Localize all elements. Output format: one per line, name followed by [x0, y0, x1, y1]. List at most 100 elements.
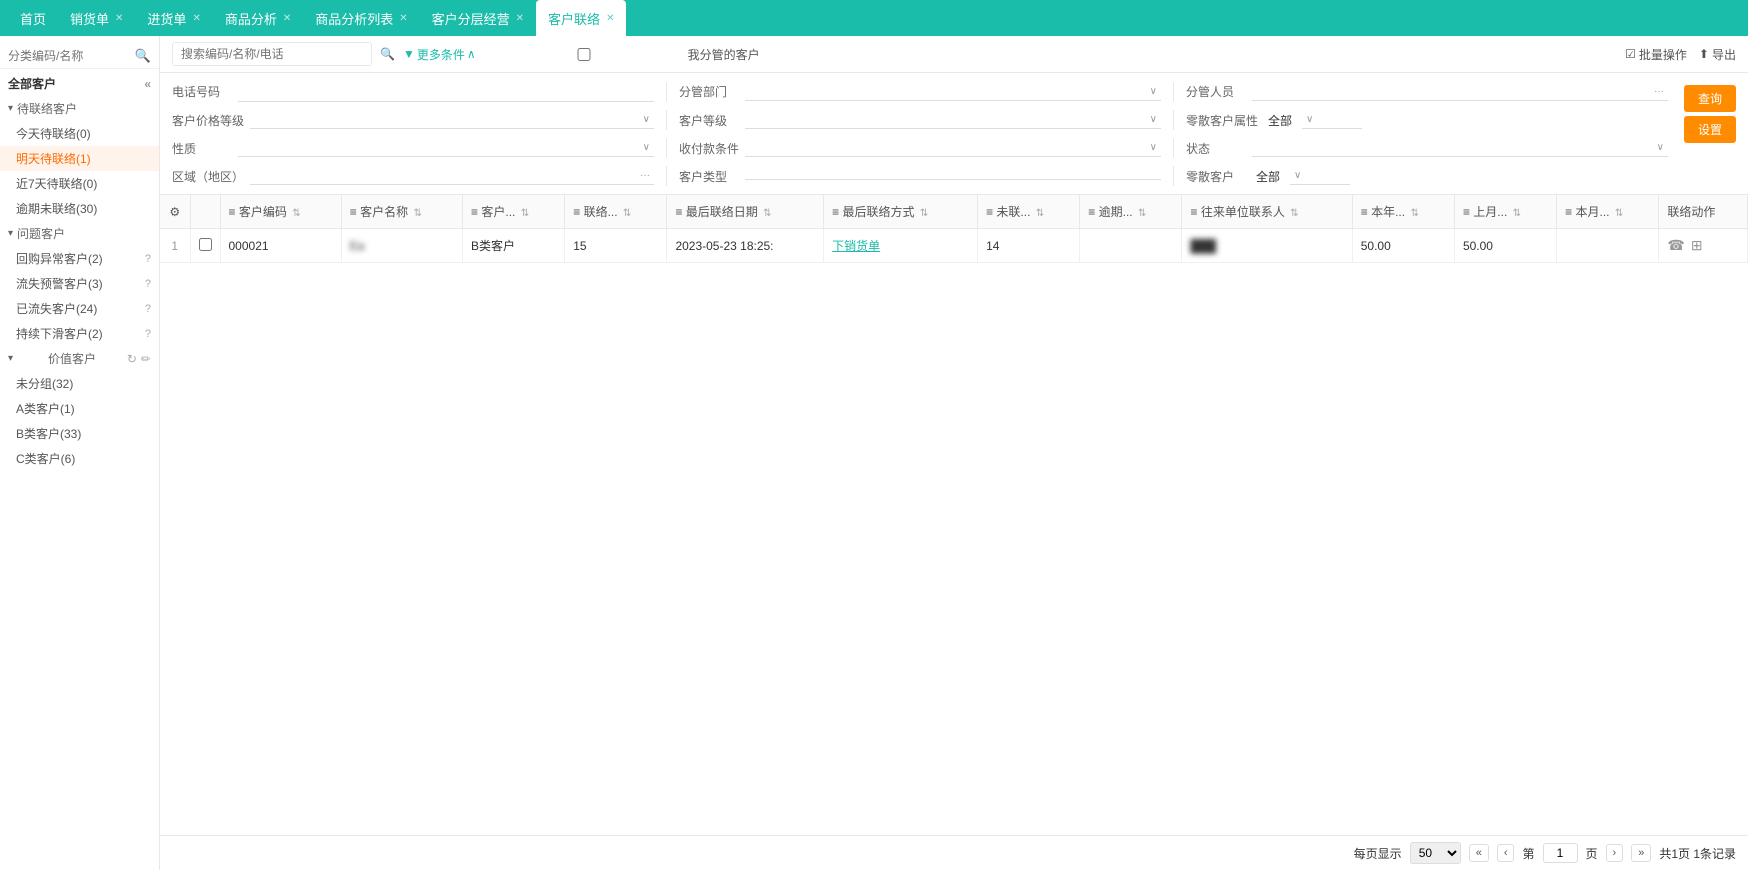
- row-checkbox-cell[interactable]: [190, 229, 220, 263]
- sidebar-search-input[interactable]: [8, 49, 135, 63]
- status-select[interactable]: ∨: [1252, 139, 1668, 157]
- help-icon-1: ?: [145, 253, 151, 265]
- customer-grade-select[interactable]: ∨: [745, 111, 1161, 129]
- nav-customer-tier[interactable]: 客户分层经营 ✕: [420, 0, 536, 36]
- name-col-header[interactable]: ≡ 客户名称 ⇅: [341, 195, 462, 229]
- row-last-month: 50.00: [1454, 229, 1556, 263]
- toolbar-right: ☑ 批量操作 ⬆ 导出: [1625, 46, 1736, 63]
- page-input[interactable]: [1543, 843, 1578, 863]
- query-button[interactable]: 查询: [1684, 85, 1736, 112]
- group-value-customers[interactable]: 价值客户 ↻ ✏: [0, 346, 159, 371]
- nav-customer-contact[interactable]: 客户联络 ✕: [536, 0, 626, 36]
- region-select[interactable]: ···: [250, 167, 654, 185]
- filter-phone: 电话号码: [172, 81, 654, 102]
- nav-goods-analysis[interactable]: 商品分析 ✕: [213, 0, 303, 36]
- row-contact-person: ███: [1182, 229, 1352, 263]
- type-col-header[interactable]: ≡ 客户... ⇅: [463, 195, 565, 229]
- retail-attr-select[interactable]: ∨: [1302, 111, 1362, 129]
- nav-purchase[interactable]: 进货单 ✕: [135, 0, 212, 36]
- nav-sales[interactable]: 销货单 ✕: [58, 0, 135, 36]
- action-phone-icon[interactable]: ☎: [1667, 237, 1684, 254]
- search-icon-btn[interactable]: 🔍: [380, 47, 395, 61]
- uncontacted-col-header[interactable]: ≡ 未联... ⇅: [978, 195, 1080, 229]
- settings-button[interactable]: 设置: [1684, 116, 1736, 143]
- sort-overdue-icon: ⇅: [1138, 208, 1146, 219]
- batch-operation-btn[interactable]: ☑ 批量操作: [1625, 46, 1687, 63]
- sidebar-overdue-contact[interactable]: 逾期未联络(30): [0, 196, 159, 221]
- last-page-btn[interactable]: »: [1631, 844, 1651, 862]
- nav-home[interactable]: 首页: [8, 0, 58, 36]
- gender-select[interactable]: ∨: [238, 139, 654, 157]
- row-contact-count: 15: [565, 229, 667, 263]
- code-col-header[interactable]: ≡ 客户编码 ⇅: [220, 195, 341, 229]
- region-arrow: ···: [640, 170, 650, 181]
- row-checkbox[interactable]: [199, 238, 212, 251]
- first-page-btn[interactable]: «: [1469, 844, 1489, 862]
- contact-count-col-header[interactable]: ≡ 联络... ⇅: [565, 195, 667, 229]
- next-page-btn[interactable]: ›: [1606, 844, 1624, 862]
- all-customers-title: 全部客户 «: [0, 69, 159, 96]
- nav-goods-analysis-list[interactable]: 商品分析列表 ✕: [303, 0, 419, 36]
- this-month-col-header[interactable]: ≡ 本月... ⇅: [1557, 195, 1659, 229]
- close-sales-icon[interactable]: ✕: [115, 13, 123, 24]
- row-uncontacted: 14: [978, 229, 1080, 263]
- sidebar-unclassified[interactable]: 未分组(32): [0, 371, 159, 396]
- pagination-bar: 每页显示 50 100 200 « ‹ 第 页 › » 共1页 1条记录: [160, 835, 1748, 870]
- export-btn[interactable]: ⬆ 导出: [1699, 46, 1736, 63]
- overdue-col-header[interactable]: ≡ 逾期... ⇅: [1080, 195, 1182, 229]
- sidebar-churn-warning[interactable]: 流失预警客户(3) ?: [0, 271, 159, 296]
- filter-manager: 分管人员 ···: [1186, 83, 1668, 101]
- close-purchase-icon[interactable]: ✕: [192, 13, 200, 24]
- page-size-select[interactable]: 50 100 200: [1410, 842, 1461, 864]
- close-goods-list-icon[interactable]: ✕: [399, 13, 407, 24]
- divider-7: [666, 166, 667, 186]
- sidebar-churned[interactable]: 已流失客户(24) ?: [0, 296, 159, 321]
- refresh-icon[interactable]: ↻: [127, 352, 137, 366]
- sidebar-type-b[interactable]: B类客户(33): [0, 421, 159, 446]
- sidebar-declining[interactable]: 持续下滑客户(2) ?: [0, 321, 159, 346]
- customer-table: ⚙ ≡ 客户编码 ⇅ ≡ 客户名称 ⇅ ≡ 客户... ⇅ ≡ 联络... ⇅ …: [160, 195, 1748, 263]
- this-year-col-header[interactable]: ≡ 本年... ⇅: [1352, 195, 1454, 229]
- close-customer-tier-icon[interactable]: ✕: [516, 13, 524, 24]
- sort-this-month-icon: ⇅: [1615, 208, 1623, 219]
- last-month-col-header[interactable]: ≡ 上月... ⇅: [1454, 195, 1556, 229]
- group-problem-customers[interactable]: 问题客户: [0, 221, 159, 246]
- edit-icon[interactable]: ✏: [141, 352, 151, 366]
- phone-input[interactable]: [238, 81, 654, 102]
- close-goods-analysis-icon[interactable]: ✕: [283, 13, 291, 24]
- divider-8: [1173, 166, 1174, 186]
- last-method-col-header[interactable]: ≡ 最后联络方式 ⇅: [824, 195, 978, 229]
- action-menu-icon[interactable]: ⊞: [1691, 237, 1703, 254]
- my-customers-checkbox[interactable]: [484, 48, 684, 61]
- retail-customer-select[interactable]: ∨: [1290, 167, 1350, 185]
- sidebar-today-contact[interactable]: 今天待联络(0): [0, 121, 159, 146]
- group-pending-contact[interactable]: 待联络客户: [0, 96, 159, 121]
- value-grade-select[interactable]: ∨: [250, 111, 654, 129]
- sidebar-type-a[interactable]: A类客户(1): [0, 396, 159, 421]
- manager-select[interactable]: ···: [1252, 83, 1668, 101]
- search-input[interactable]: [172, 42, 372, 66]
- payment-select[interactable]: ∨: [745, 139, 1161, 157]
- filter-status: 状态 ∨: [1186, 139, 1668, 157]
- main-layout: 🔍 全部客户 « 待联络客户 今天待联络(0) 明天待联络(1) 近7天待联络(…: [0, 36, 1748, 870]
- dept-select[interactable]: ∨: [745, 83, 1161, 101]
- filter-row-2: 客户价格等级 ∨ 客户等级 ∨: [172, 110, 1668, 130]
- sidebar-type-c[interactable]: C类客户(6): [0, 446, 159, 471]
- collapse-sidebar-icon[interactable]: «: [144, 77, 151, 91]
- close-customer-contact-icon[interactable]: ✕: [606, 13, 614, 24]
- customer-type-select[interactable]: [745, 173, 1161, 180]
- gear-col-header[interactable]: ⚙: [160, 195, 190, 229]
- divider-5: [666, 138, 667, 158]
- my-customers-check[interactable]: 我分管的客户: [484, 46, 760, 63]
- contact-person-col-header[interactable]: ≡ 往来单位联系人 ⇅: [1182, 195, 1352, 229]
- last-date-col-header[interactable]: ≡ 最后联络日期 ⇅: [667, 195, 824, 229]
- sidebar-tomorrow-contact[interactable]: 明天待联络(1): [0, 146, 159, 171]
- filter-gender: 性质 ∨: [172, 139, 654, 157]
- sidebar-week-contact[interactable]: 近7天待联络(0): [0, 171, 159, 196]
- sidebar-search-icon[interactable]: 🔍: [135, 48, 151, 64]
- filter-action-buttons: 查询 设置: [1676, 81, 1736, 186]
- prev-page-btn[interactable]: ‹: [1497, 844, 1515, 862]
- row-last-method[interactable]: 下销货单: [824, 229, 978, 263]
- sidebar-repurchase-abnormal[interactable]: 回购异常客户(2) ?: [0, 246, 159, 271]
- more-filter-btn[interactable]: ▼ 更多条件 ∧: [403, 46, 476, 63]
